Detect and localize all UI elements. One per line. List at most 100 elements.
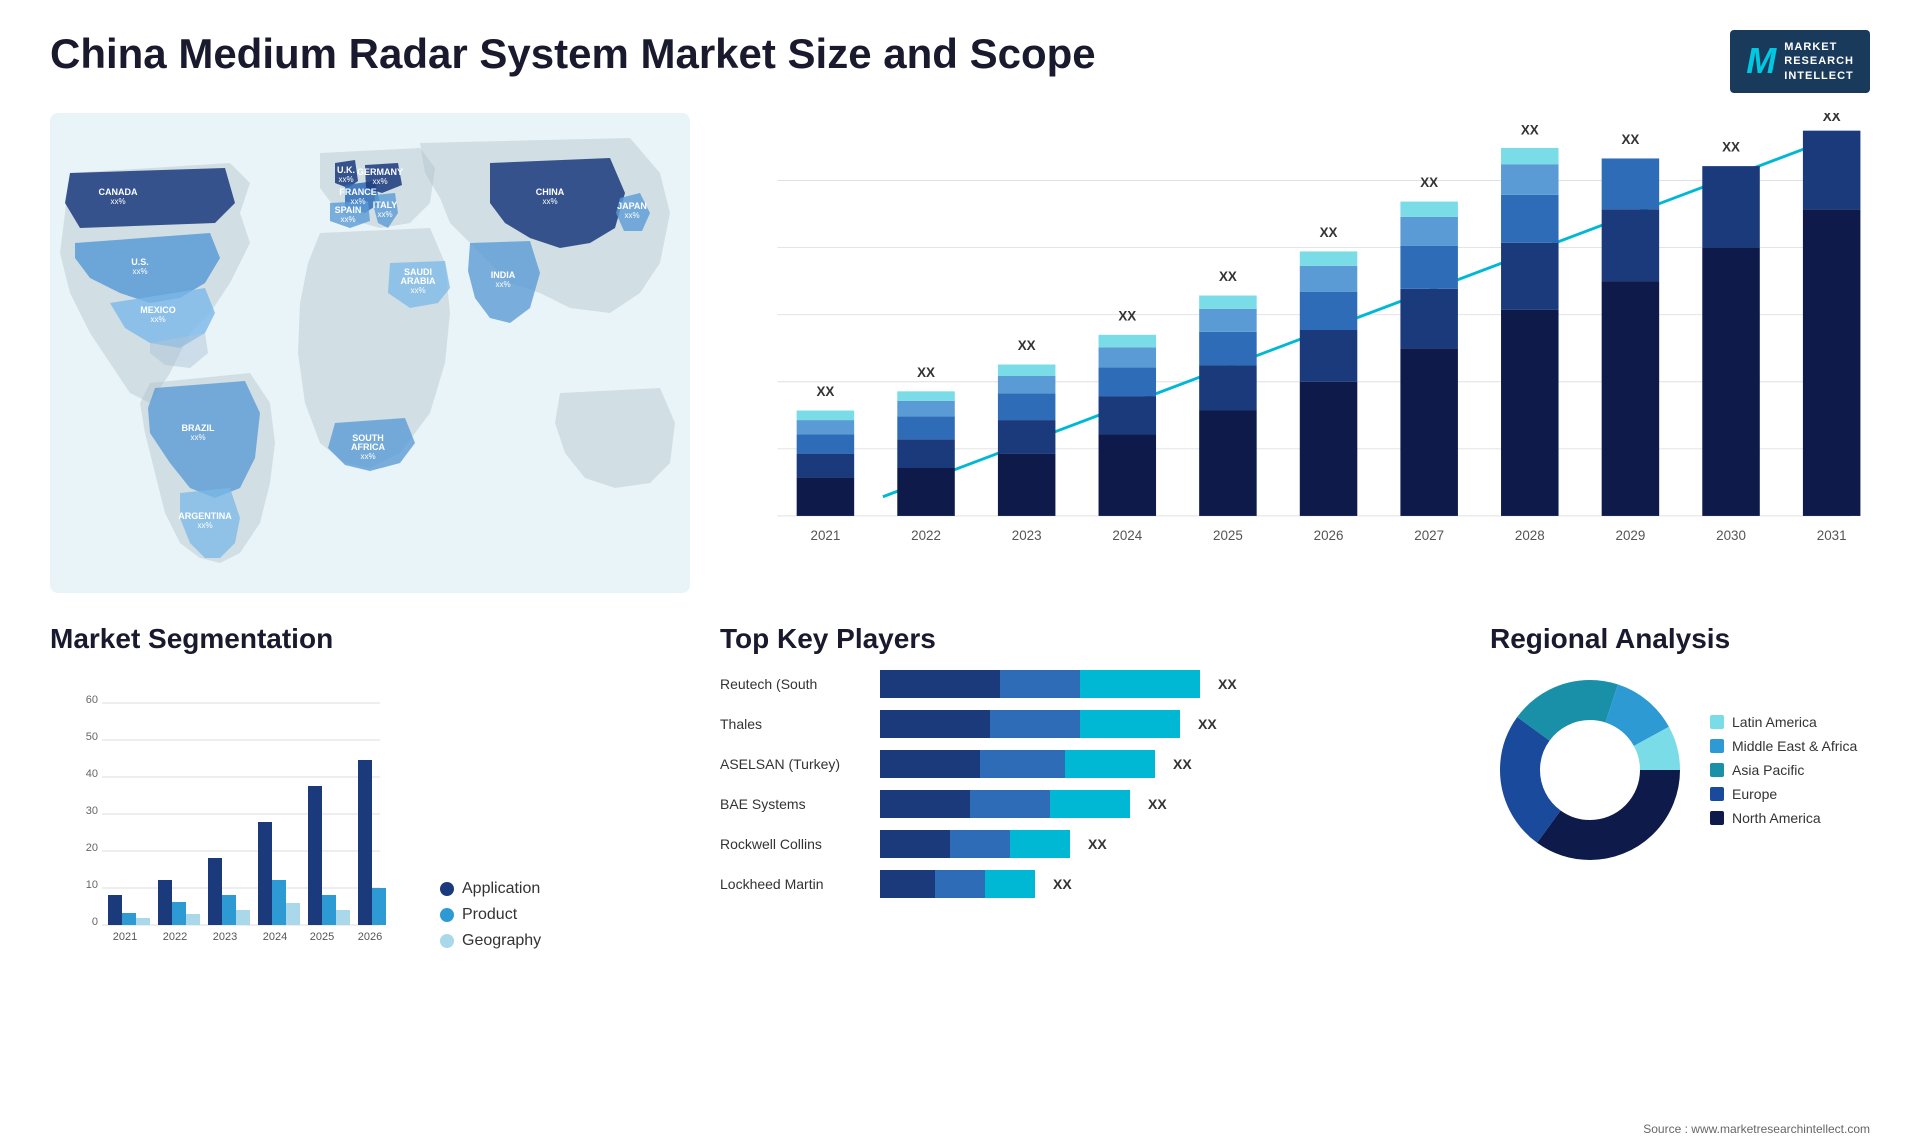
source-text: Source : www.marketresearchintellect.com [1643,1122,1870,1136]
regional-item-asia: Asia Pacific [1710,762,1857,778]
svg-text:ARABIA: ARABIA [401,276,436,286]
svg-text:XX: XX [816,384,834,399]
map-section: CANADA xx% U.S. xx% MEXICO xx% BRAZIL xx… [50,113,690,613]
svg-text:0: 0 [92,916,98,928]
key-players-section: Top Key Players Reutech (South XX Thales… [720,623,1460,950]
regional-label-latin: Latin America [1732,714,1817,730]
svg-text:2028: 2028 [1515,528,1545,543]
player-value-lockheed: XX [1053,876,1072,892]
svg-text:ARGENTINA: ARGENTINA [178,511,232,521]
regional-title: Regional Analysis [1490,623,1870,655]
legend-dot-product [440,908,454,922]
svg-text:CHINA: CHINA [536,187,565,197]
logo-area: M MARKET RESEARCH INTELLECT [1730,30,1870,93]
regional-color-mea [1710,739,1724,753]
regional-section: Regional Analysis [1490,623,1870,950]
logo-box: M MARKET RESEARCH INTELLECT [1730,30,1870,93]
svg-text:ITALY: ITALY [373,200,398,210]
player-row-aselsan: ASELSAN (Turkey) XX [720,750,1460,778]
regional-label-europe: Europe [1732,786,1777,802]
header: China Medium Radar System Market Size an… [50,30,1870,93]
regional-label-northam: North America [1732,810,1821,826]
svg-text:CANADA: CANADA [99,187,138,197]
legend-label-geography: Geography [462,932,541,950]
svg-text:2026: 2026 [358,931,382,943]
svg-text:xx%: xx% [372,177,387,186]
svg-text:2021: 2021 [811,528,841,543]
svg-text:2029: 2029 [1616,528,1646,543]
svg-text:xx%: xx% [110,197,125,206]
regional-label-mea: Middle East & Africa [1732,738,1857,754]
key-players-title: Top Key Players [720,623,1460,655]
svg-text:2031: 2031 [1817,528,1847,543]
svg-text:xx%: xx% [190,433,205,442]
player-name-aselsan: ASELSAN (Turkey) [720,756,870,772]
svg-text:2027: 2027 [1414,528,1444,543]
growth-chart-svg: XX XX XX XX [720,113,1870,593]
svg-text:XX: XX [917,365,935,380]
svg-text:60: 60 [86,694,98,706]
svg-text:xx%: xx% [338,175,353,184]
svg-text:2024: 2024 [1112,528,1142,543]
svg-text:INDIA: INDIA [491,270,516,280]
regional-item-northam: North America [1710,810,1857,826]
svg-text:xx%: xx% [340,215,355,224]
svg-text:XX: XX [1219,269,1237,284]
player-name-bae: BAE Systems [720,796,870,812]
svg-text:30: 30 [86,805,98,817]
legend-dot-geography [440,934,454,948]
svg-text:XX: XX [1521,122,1539,137]
page-title: China Medium Radar System Market Size an… [50,30,1096,78]
legend-label-product: Product [462,906,517,924]
svg-text:xx%: xx% [132,267,147,276]
logo-letter: M [1746,40,1776,82]
logo-text-block: MARKET RESEARCH INTELLECT [1784,40,1854,83]
svg-text:2021: 2021 [113,931,137,943]
svg-text:XX: XX [1823,113,1841,124]
svg-text:xx%: xx% [150,315,165,324]
seg-legend: Application Product Geography [440,880,541,950]
bar-chart-section: XX XX XX XX [720,113,1870,613]
svg-text:BRAZIL: BRAZIL [182,423,215,433]
svg-text:xx%: xx% [495,280,510,289]
player-value-reutech: XX [1218,676,1237,692]
svg-text:20: 20 [86,842,98,854]
legend-application: Application [440,880,541,898]
svg-text:2024: 2024 [263,931,287,943]
world-map-svg: CANADA xx% U.S. xx% MEXICO xx% BRAZIL xx… [50,113,690,593]
regional-color-northam [1710,811,1724,825]
regional-item-latin: Latin America [1710,714,1857,730]
svg-text:XX: XX [1018,338,1036,353]
player-row-rockwell: Rockwell Collins XX [720,830,1460,858]
svg-text:MEXICO: MEXICO [140,305,176,315]
player-row-bae: BAE Systems XX [720,790,1460,818]
player-value-rockwell: XX [1088,836,1107,852]
svg-text:10: 10 [86,879,98,891]
svg-text:2023: 2023 [213,931,237,943]
svg-text:xx%: xx% [410,286,425,295]
page-container: China Medium Radar System Market Size an… [0,0,1920,1146]
svg-text:U.K.: U.K. [337,165,355,175]
regional-color-europe [1710,787,1724,801]
segmentation-title: Market Segmentation [50,623,690,655]
player-row-lockheed: Lockheed Martin XX [720,870,1460,898]
player-value-bae: XX [1148,796,1167,812]
svg-text:XX: XX [1420,175,1438,190]
legend-dot-application [440,882,454,896]
player-name-rockwell: Rockwell Collins [720,836,870,852]
svg-text:JAPAN: JAPAN [617,201,647,211]
legend-product: Product [440,906,541,924]
svg-text:2025: 2025 [1213,528,1243,543]
svg-text:GERMANY: GERMANY [357,167,403,177]
svg-text:xx%: xx% [377,210,392,219]
player-row-thales: Thales XX [720,710,1460,738]
svg-text:xx%: xx% [197,521,212,530]
regional-legend: Latin America Middle East & Africa Asia … [1710,714,1857,826]
segmentation-section: Market Segmentation 0 10 20 30 40 50 60 [50,623,690,950]
svg-text:XX: XX [1621,132,1639,147]
svg-text:50: 50 [86,731,98,743]
svg-text:2025: 2025 [310,931,334,943]
svg-text:SPAIN: SPAIN [335,205,362,215]
svg-text:FRANCE: FRANCE [339,187,377,197]
svg-text:xx%: xx% [542,197,557,206]
